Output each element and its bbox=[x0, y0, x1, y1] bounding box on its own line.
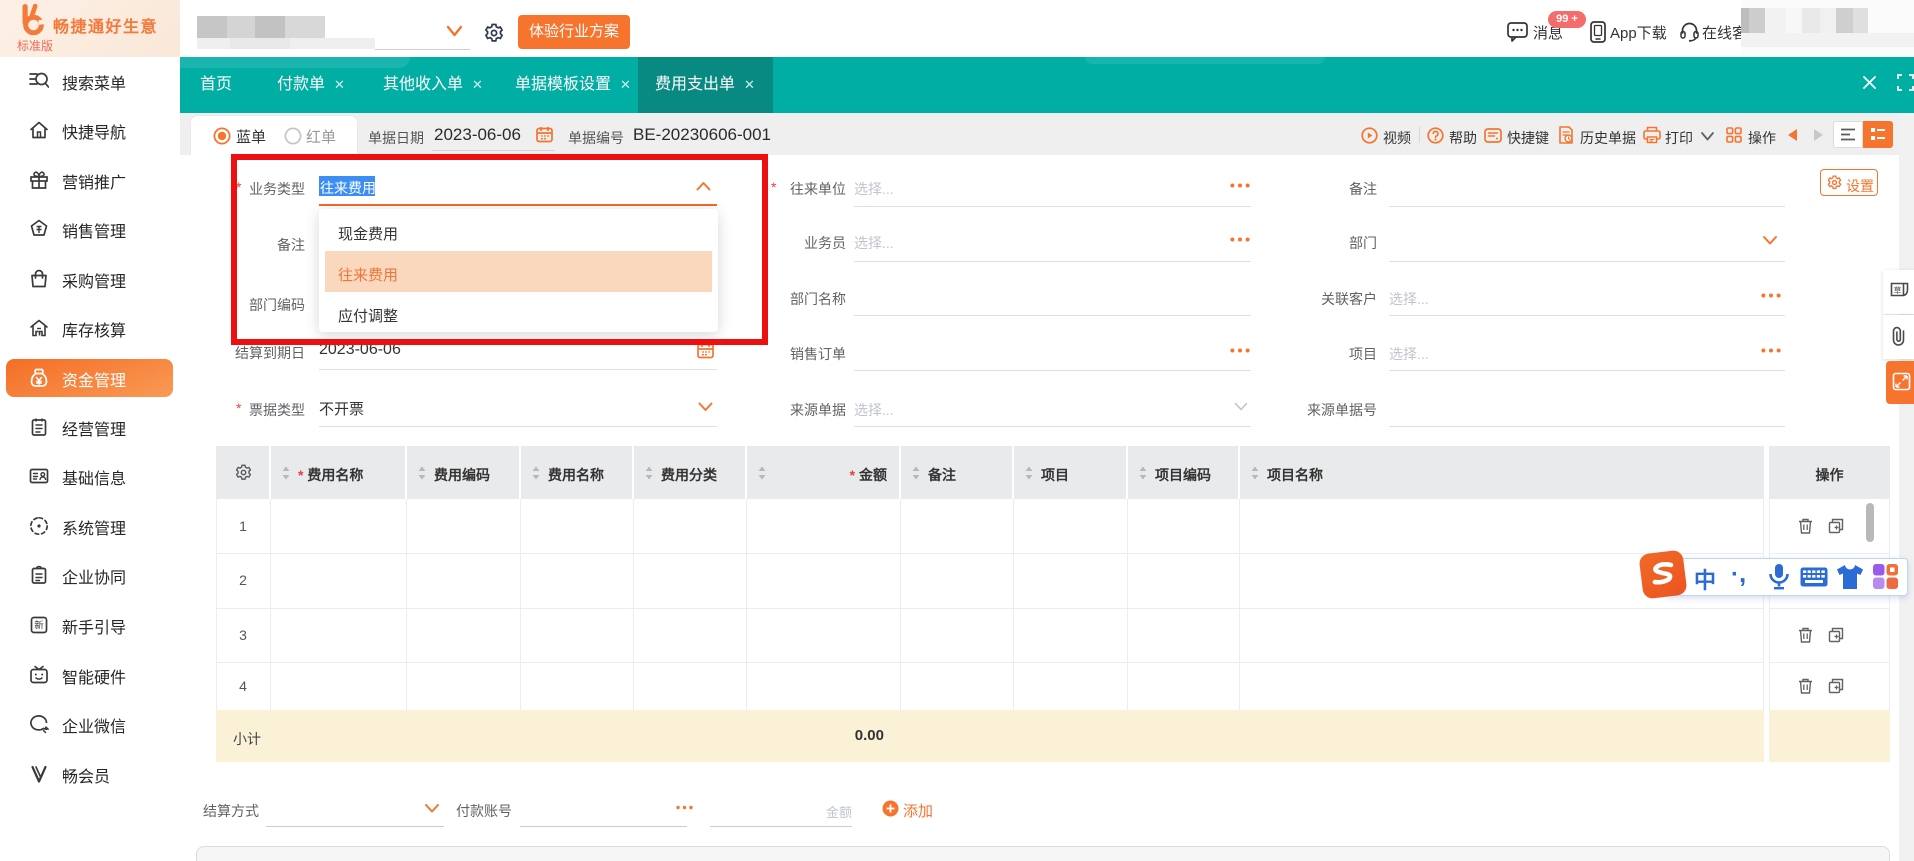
svg-text:草: 草 bbox=[1894, 285, 1902, 295]
svg-text:新: 新 bbox=[34, 620, 44, 632]
